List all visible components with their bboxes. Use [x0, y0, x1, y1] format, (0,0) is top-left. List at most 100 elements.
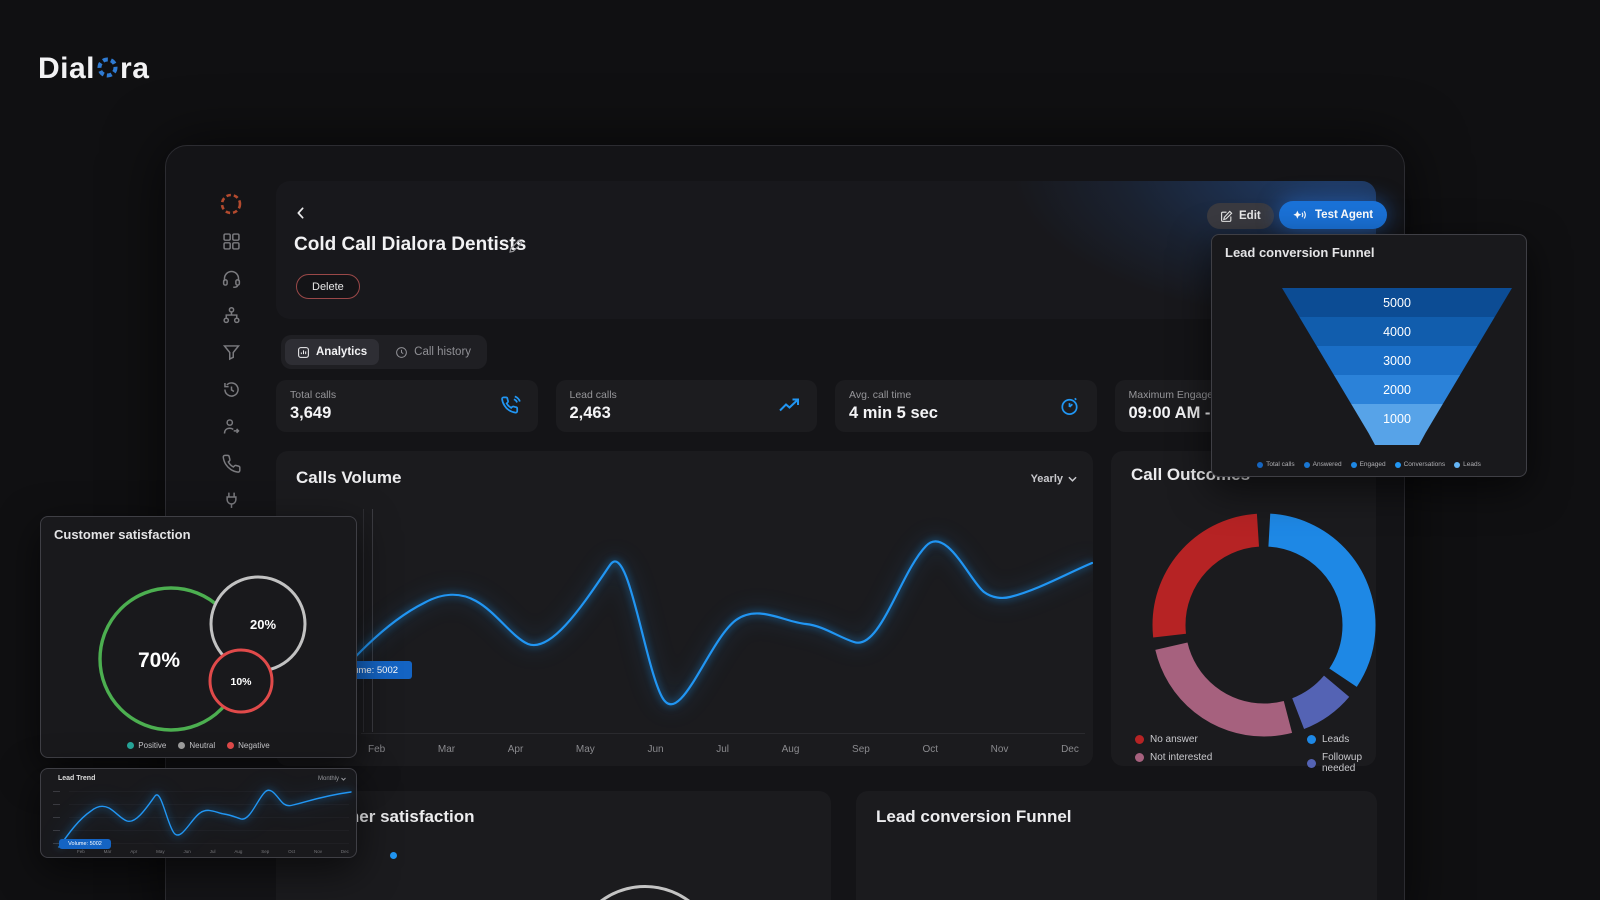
test-agent-button[interactable]: Test Agent: [1279, 201, 1387, 229]
funnel-title: Lead conversion Funnel: [1225, 245, 1375, 260]
month-label: Sep: [261, 849, 269, 854]
legend-label: Total calls: [1266, 461, 1295, 468]
brand-logo: Dial ra: [38, 52, 149, 86]
month-label: Nov: [991, 744, 1009, 755]
funnel-legend: Total calls Answered Engaged Conversatio…: [1212, 461, 1526, 468]
calls-volume-chart[interactable]: [276, 451, 1093, 766]
month-label: May: [576, 744, 595, 755]
legend-label: No answer: [1150, 734, 1198, 745]
month-label: Sep: [852, 744, 870, 755]
tab-analytics[interactable]: Analytics: [285, 339, 379, 365]
call-outcomes-donut[interactable]: [1149, 510, 1379, 740]
satisfaction-circle-partial: [570, 885, 720, 900]
legend-label: Negative: [238, 741, 270, 750]
month-label: Jul: [210, 849, 216, 854]
mini-month-labels: Feb Mar Apr May Jun Jul Aug Sep Oct Nov …: [77, 849, 349, 854]
legend-answered: Answered: [1304, 461, 1342, 468]
clock-icon: [395, 346, 408, 359]
legend-dot: [1257, 462, 1263, 468]
legend-total-calls: Total calls: [1257, 461, 1295, 468]
legend-label: Leads: [1463, 461, 1481, 468]
legend-followup: Followup needed: [1307, 752, 1376, 774]
sidebar-hierarchy-icon[interactable]: [219, 303, 243, 327]
legend-label: Answered: [1313, 461, 1342, 468]
legend-label: Neutral: [189, 741, 215, 750]
month-label: Aug: [234, 849, 242, 854]
voice-sparkle-icon: [1293, 208, 1308, 223]
stat-value: 2,463: [570, 404, 804, 423]
sidebar-contact-icon[interactable]: [219, 414, 243, 438]
sidebar-phone-icon[interactable]: [219, 451, 243, 475]
legend-label: Positive: [138, 741, 166, 750]
legend-dot: [1135, 735, 1144, 744]
logo-text-post: ra: [120, 52, 149, 86]
positive-pct: 70%: [138, 649, 180, 672]
tab-analytics-label: Analytics: [316, 346, 367, 358]
month-label: Apr: [130, 849, 137, 854]
satisfaction-legend: Positive Neutral Negative: [41, 741, 356, 750]
mini-chart-tooltip: Volume: 5002: [59, 839, 111, 849]
legend-dot: [1454, 462, 1460, 468]
month-label: Jul: [716, 744, 729, 755]
delete-button[interactable]: Delete: [296, 274, 360, 299]
phone-call-icon: [499, 394, 522, 422]
legend-dot: [127, 742, 134, 749]
legend-dot: [1135, 753, 1144, 762]
month-label: Mar: [438, 744, 455, 755]
funnel-overlay-card[interactable]: Lead conversion Funnel 5000 4000 3000 20…: [1211, 234, 1527, 477]
legend-dot: [178, 742, 185, 749]
lead-trend-overlay-card[interactable]: Lead Trend Monthly Volume: 5002 Feb Mar …: [40, 768, 357, 858]
edit-label: Edit: [1239, 210, 1261, 222]
tab-call-history-label: Call history: [414, 346, 471, 358]
stat-label: Avg. call time: [849, 389, 1083, 401]
month-label: Jun: [647, 744, 663, 755]
month-label: Dec: [341, 849, 349, 854]
month-label: Feb: [368, 744, 385, 755]
legend-leads: Leads: [1454, 461, 1481, 468]
rename-pencil-icon[interactable]: [508, 238, 524, 259]
stat-label: Total calls: [290, 389, 524, 401]
sidebar-plug-icon[interactable]: [219, 488, 243, 512]
legend-negative: Negative: [227, 741, 270, 750]
month-axis-labels: Feb Mar Apr May Jun Jul Aug Sep Oct Nov …: [368, 744, 1079, 755]
sidebar-headset-icon[interactable]: [219, 266, 243, 290]
legend-dot: [1395, 462, 1401, 468]
delete-label: Delete: [312, 281, 344, 293]
legend-dot: [1351, 462, 1357, 468]
legend-positive: Positive: [127, 741, 166, 750]
edit-button[interactable]: Edit: [1207, 203, 1274, 229]
sidebar-logo-ring-icon[interactable]: [219, 192, 243, 216]
calls-volume-card: Calls Volume Yearly Volume: 5002 Feb Mar…: [276, 451, 1093, 766]
stat-avg-call-time: Avg. call time 4 min 5 sec: [835, 380, 1097, 432]
view-tabs: Analytics Call history: [281, 335, 487, 369]
sidebar-history-icon[interactable]: [219, 377, 243, 401]
blue-dot: [390, 852, 397, 859]
analytics-icon: [297, 346, 310, 359]
legend-dot: [1304, 462, 1310, 468]
legend-dot: [1307, 735, 1316, 744]
legend-neutral: Neutral: [178, 741, 215, 750]
month-label: Oct: [288, 849, 295, 854]
neutral-pct: 20%: [250, 617, 276, 632]
legend-conversations: Conversations: [1395, 461, 1446, 468]
customer-satisfaction-section: Customer satisfaction: [276, 791, 831, 900]
sidebar-funnel-icon[interactable]: [219, 340, 243, 364]
section-title: Lead conversion Funnel: [876, 807, 1072, 827]
stat-lead-calls: Lead calls 2,463: [556, 380, 818, 432]
month-label: Oct: [922, 744, 938, 755]
satisfaction-overlay-card[interactable]: Customer satisfaction 70% 20% 10% Positi…: [40, 516, 357, 758]
tab-call-history[interactable]: Call history: [383, 339, 483, 365]
legend-label: Leads: [1322, 734, 1349, 745]
agent-title: Cold Call Dialora Dentists: [294, 234, 526, 256]
sidebar-dashboard-icon[interactable]: [219, 229, 243, 253]
legend-no-answer: No answer: [1135, 734, 1198, 745]
legend-label: Engaged: [1360, 461, 1386, 468]
funnel-stage-value: 3000: [1383, 354, 1411, 368]
call-outcomes-card: Call Outcomes No answer Not interested: [1111, 451, 1376, 766]
logo-ring-icon: [95, 52, 120, 86]
month-label: Nov: [314, 849, 322, 854]
legend-label: Conversations: [1404, 461, 1446, 468]
stat-value: 3,649: [290, 404, 524, 423]
month-label: Dec: [1061, 744, 1079, 755]
back-button[interactable]: [290, 202, 312, 224]
